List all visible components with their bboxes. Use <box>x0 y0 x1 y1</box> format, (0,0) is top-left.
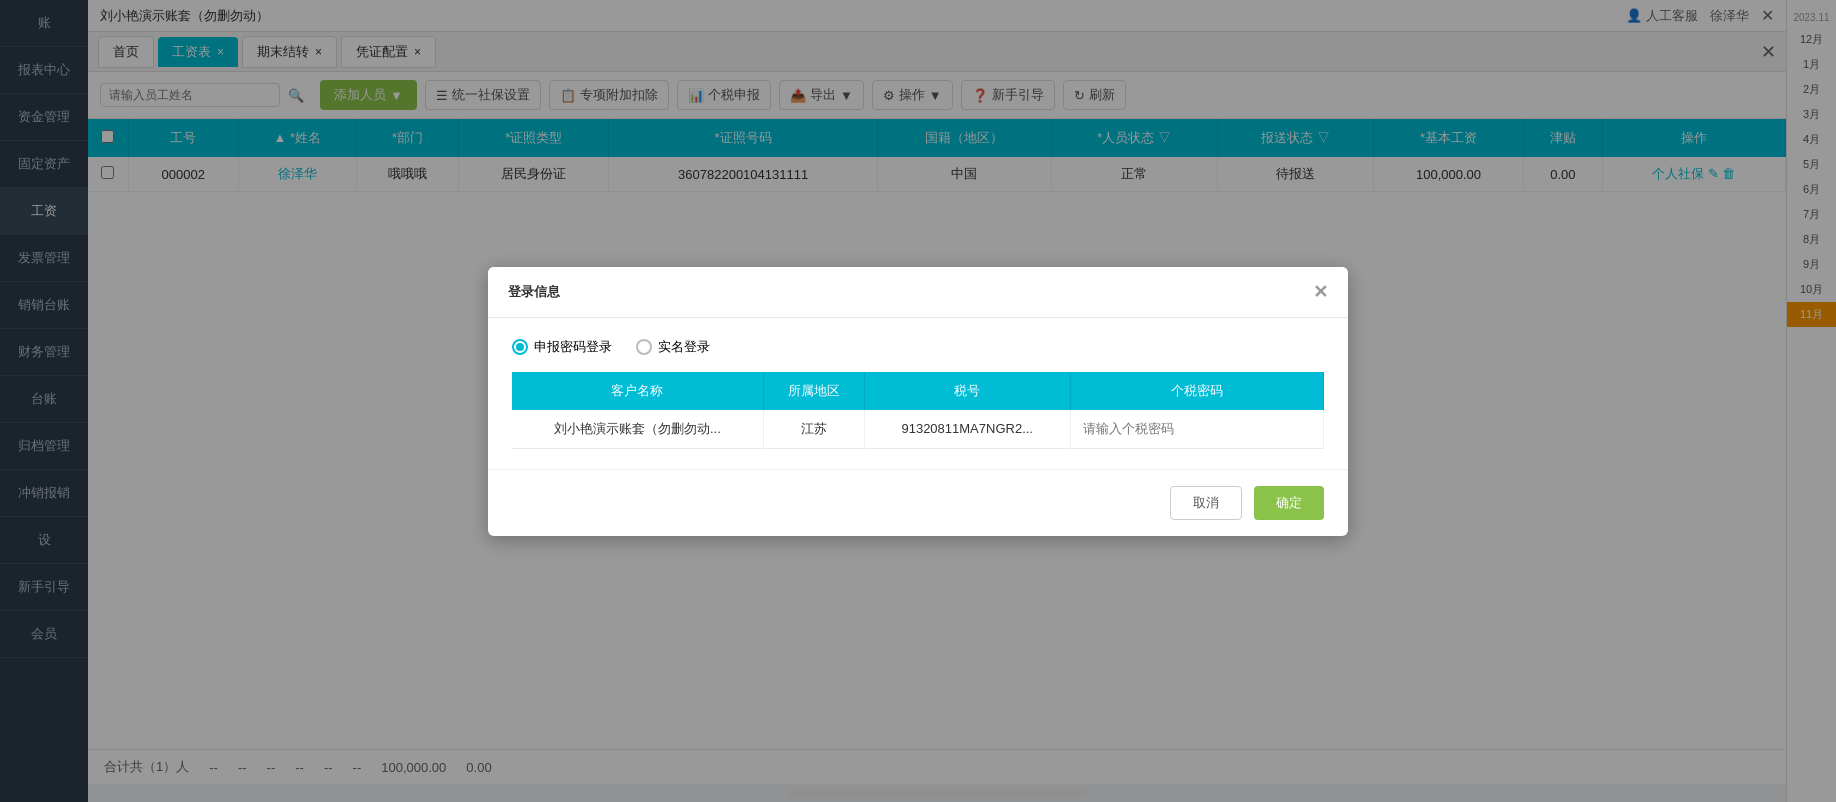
radio-password-login[interactable]: 申报密码登录 <box>512 338 612 356</box>
dialog-close-icon[interactable]: ✕ <box>1313 281 1328 303</box>
dialog-overlay: 登录信息 ✕ 申报密码登录 实名登录 客户名称 所属 <box>0 0 1836 802</box>
dialog-title: 登录信息 <box>508 283 560 301</box>
tax-password-input[interactable] <box>1083 421 1312 436</box>
dialog-col-client: 客户名称 <box>512 372 763 410</box>
dialog-col-region: 所属地区 <box>763 372 864 410</box>
cancel-button[interactable]: 取消 <box>1170 486 1242 520</box>
radio-realname-circle <box>636 339 652 355</box>
radio-realname-login[interactable]: 实名登录 <box>636 338 710 356</box>
dialog-region: 江苏 <box>763 410 864 449</box>
login-type-radio-group: 申报密码登录 实名登录 <box>512 338 1324 356</box>
dialog-password-input-cell[interactable] <box>1070 410 1324 449</box>
dialog-col-password: 个税密码 <box>1070 372 1324 410</box>
login-info-table: 客户名称 所属地区 税号 个税密码 刘小艳演示账套（勿删勿动... 江苏 913… <box>512 372 1324 449</box>
dialog-footer: 取消 确定 <box>488 469 1348 536</box>
dialog-body: 申报密码登录 实名登录 客户名称 所属地区 税号 个税密码 <box>488 318 1348 469</box>
radio-password-circle <box>512 339 528 355</box>
dialog-tax-id: 91320811MA7NGR2... <box>864 410 1070 449</box>
login-dialog: 登录信息 ✕ 申报密码登录 实名登录 客户名称 所属 <box>488 267 1348 536</box>
confirm-button[interactable]: 确定 <box>1254 486 1324 520</box>
dialog-table-row: 刘小艳演示账套（勿删勿动... 江苏 91320811MA7NGR2... <box>512 410 1324 449</box>
dialog-client-name: 刘小艳演示账套（勿删勿动... <box>512 410 763 449</box>
dialog-col-taxid: 税号 <box>864 372 1070 410</box>
dialog-header: 登录信息 ✕ <box>488 267 1348 318</box>
